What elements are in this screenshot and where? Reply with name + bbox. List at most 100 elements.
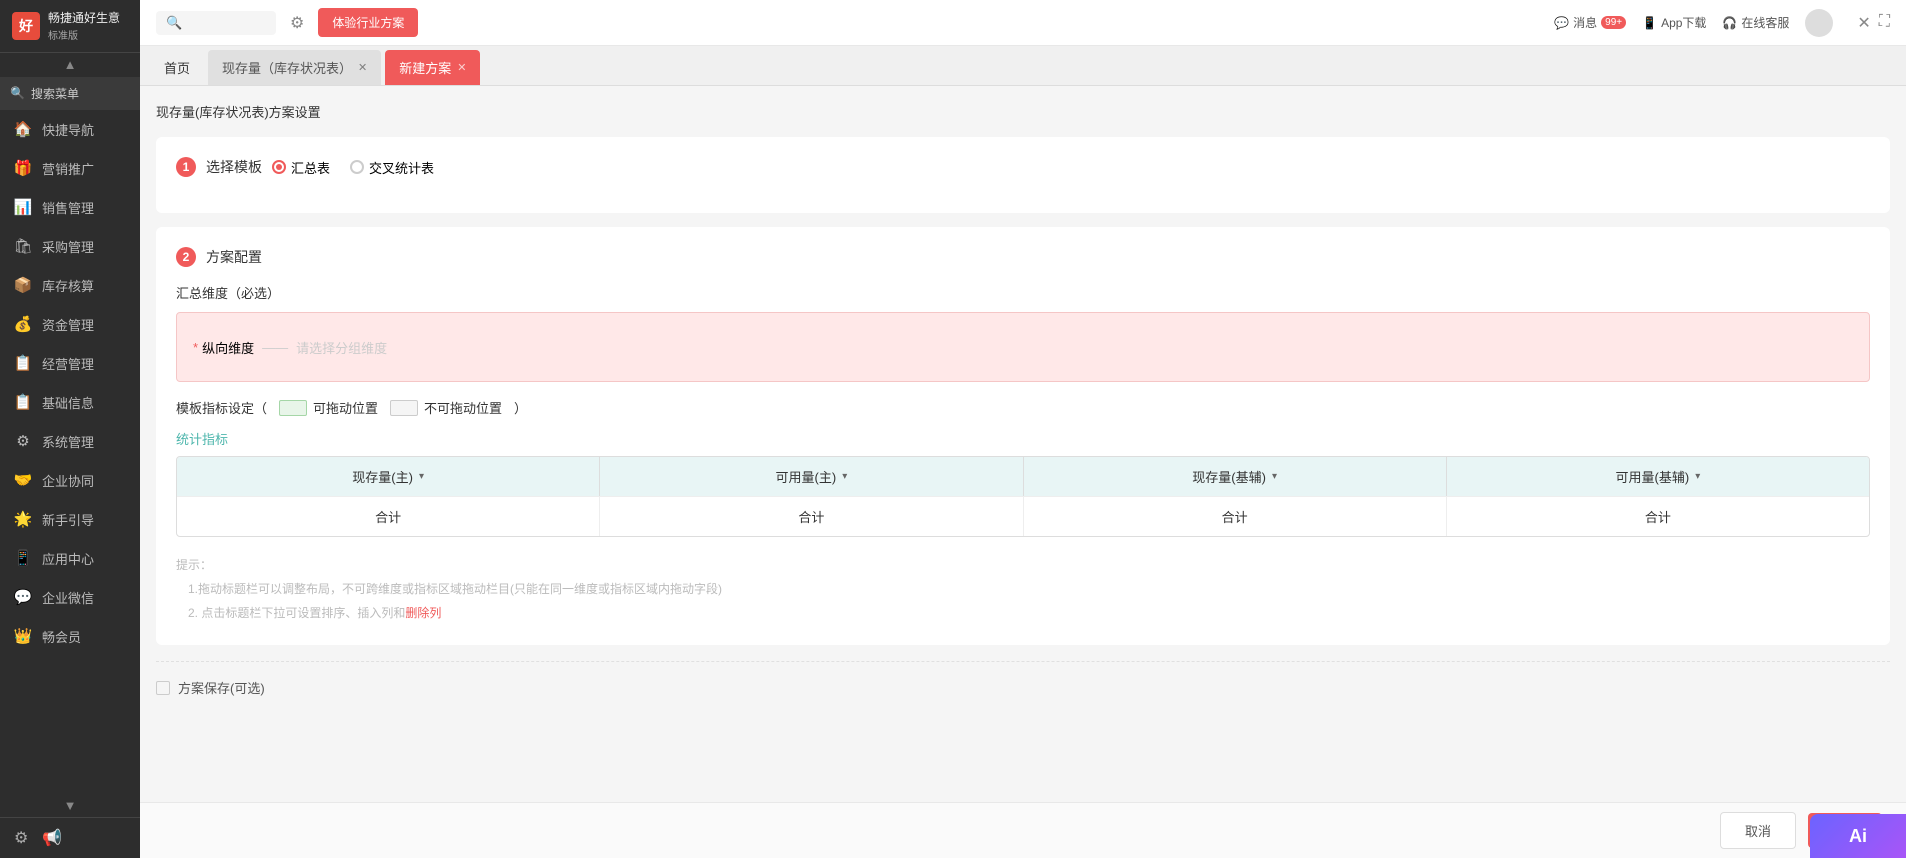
sidebar-item-label: 采购管理 <box>42 237 94 256</box>
box-icon: 📦 <box>14 276 32 294</box>
indicator-movable: 可拖动位置 <box>279 398 378 417</box>
sidebar-item-label: 销售管理 <box>42 198 94 217</box>
sidebar-item-business[interactable]: 📋 经营管理 <box>0 344 140 383</box>
message-badge: 99+ <box>1601 16 1626 29</box>
app-download-button[interactable]: 📱 App下载 <box>1642 14 1706 31</box>
step1-number: 1 <box>176 157 196 177</box>
settings-gear-icon[interactable]: ⚙ <box>286 9 308 37</box>
sidebar-item-label: 营销推广 <box>42 159 94 178</box>
sidebar-item-member[interactable]: 👑 畅会员 <box>0 617 140 656</box>
sidebar-item-system[interactable]: ⚙ 系统管理 <box>0 422 140 461</box>
dimension-box[interactable]: * 纵向维度 —— 请选择分组维度 <box>176 312 1870 382</box>
money-icon: 💰 <box>14 315 32 333</box>
app-download-label: App下载 <box>1661 14 1706 31</box>
sidebar-item-wechat[interactable]: 💬 企业微信 <box>0 578 140 617</box>
message-button[interactable]: 💬 消息 99+ <box>1554 14 1626 31</box>
sidebar-item-label: 资金管理 <box>42 315 94 334</box>
tab-home[interactable]: 首页 <box>150 50 204 85</box>
sidebar-item-cooperation[interactable]: 🤝 企业协同 <box>0 461 140 500</box>
bag-icon: 🛍 <box>14 237 32 255</box>
sidebar-item-basic-info[interactable]: 📋 基础信息 <box>0 383 140 422</box>
step2-header: 2 方案配置 <box>176 247 1870 267</box>
tab-new-scheme-label: 新建方案 <box>399 58 451 77</box>
sidebar-item-label: 企业协同 <box>42 471 94 490</box>
sidebar-item-quick-nav[interactable]: 🏠 快捷导航 <box>0 110 140 149</box>
chat-icon: 💬 <box>14 588 32 606</box>
save-checkbox-label: 方案保存(可选) <box>178 678 265 697</box>
sidebar-item-guide[interactable]: 🌟 新手引导 <box>0 500 140 539</box>
tab-new-scheme-close-icon[interactable]: ✕ <box>457 61 466 74</box>
message-label: 消息 <box>1573 14 1597 31</box>
required-mark: * <box>193 340 198 355</box>
trial-button[interactable]: 体验行业方案 <box>318 8 418 37</box>
indicator-immovable: 不可拖动位置 <box>390 398 502 417</box>
sidebar-item-label: 库存核算 <box>42 276 94 295</box>
step1-card: 1 选择模板 汇总表 交叉统计表 <box>156 137 1890 213</box>
col-stock-main-label: 现存量(主) <box>352 467 413 486</box>
save-checkbox[interactable] <box>156 681 170 695</box>
sidebar-menu: 🏠 快捷导航 🎁 营销推广 📊 销售管理 🛍 采购管理 📦 库存核算 💰 资金管… <box>0 110 140 793</box>
col-stock-aux[interactable]: 现存量(基辅) ▾ <box>1024 457 1447 496</box>
handshake-icon: 🤝 <box>14 471 32 489</box>
settings-icon[interactable]: ⚙ <box>14 828 28 848</box>
expand-icon[interactable]: ⛶ <box>1879 13 1890 33</box>
template-indicator-row: 模板指标设定（ 可拖动位置 不可拖动位置 ） <box>176 398 1870 417</box>
sidebar-item-app-center[interactable]: 📱 应用中心 <box>0 539 140 578</box>
info-icon: 📋 <box>14 393 32 411</box>
col-available-aux-label: 可用量(基辅) <box>1616 467 1690 486</box>
topbar-search-input[interactable] <box>188 16 268 30</box>
close-icon[interactable]: ✕ <box>1857 13 1870 33</box>
radio-summary[interactable]: 汇总表 <box>272 158 330 177</box>
sidebar-item-finance[interactable]: 💰 资金管理 <box>0 305 140 344</box>
tab-inventory-status[interactable]: 现存量（库存状况表） ✕ <box>208 50 381 85</box>
cancel-button[interactable]: 取消 <box>1720 812 1796 849</box>
col-available-main-label: 可用量(主) <box>776 467 837 486</box>
sidebar-item-inventory[interactable]: 📦 库存核算 <box>0 266 140 305</box>
content-area: 现存量(库存状况表)方案设置 1 选择模板 汇总表 交叉统计表 <box>140 86 1906 802</box>
step2-number: 2 <box>176 247 196 267</box>
chevron-down-icon: ▾ <box>1272 471 1277 482</box>
sidebar-item-sales[interactable]: 📊 销售管理 <box>0 188 140 227</box>
sidebar-scroll-down[interactable]: ▼ <box>0 793 140 817</box>
user-avatar[interactable] <box>1805 9 1833 37</box>
cell-available-main-sub: 合计 <box>600 497 1023 536</box>
main-area: 🔍 ⚙ 体验行业方案 💬 消息 99+ 📱 App下载 🎧 在线客服 ✕ ⛶ <box>140 0 1906 858</box>
col-available-aux[interactable]: 可用量(基辅) ▾ <box>1447 457 1869 496</box>
sidebar-logo: 好 畅捷通好生意 标准版 <box>0 0 140 53</box>
ai-label: Ai <box>1849 826 1867 847</box>
ai-badge[interactable]: Ai <box>1810 814 1906 858</box>
immovable-label: 不可拖动位置 <box>424 398 502 417</box>
page-title: 现存量(库存状况表)方案设置 <box>156 102 1890 121</box>
sidebar-item-label: 应用中心 <box>42 549 94 568</box>
radio-cross[interactable]: 交叉统计表 <box>350 158 434 177</box>
sidebar-item-label: 系统管理 <box>42 432 94 451</box>
tab-new-scheme[interactable]: 新建方案 ✕ <box>385 50 480 85</box>
sidebar-item-label: 快捷导航 <box>42 120 94 139</box>
clipboard-icon: 📋 <box>14 354 32 372</box>
tab-inventory-close-icon[interactable]: ✕ <box>358 61 367 74</box>
app-logo-icon: 好 <box>12 12 40 40</box>
app-name: 畅捷通好生意 <box>48 10 120 27</box>
sidebar-search[interactable]: 🔍 搜索菜单 <box>0 77 140 110</box>
col-stock-aux-label: 现存量(基辅) <box>1192 467 1266 486</box>
tips-section: 提示： 1.拖动标题栏可以调整布局，不可跨维度或指标区域拖动栏目(只能在同一维度… <box>176 553 1870 625</box>
stats-table: 现存量(主) ▾ 可用量(主) ▾ 现存量(基辅) ▾ 可用量(基辅) ▾ <box>176 456 1870 537</box>
headset-icon: 🎧 <box>1722 16 1737 30</box>
col-stock-main[interactable]: 现存量(主) ▾ <box>177 457 600 496</box>
chart-icon: 📊 <box>14 198 32 216</box>
speaker-icon[interactable]: 📢 <box>42 828 62 848</box>
tabbar: 首页 现存量（库存状况表） ✕ 新建方案 ✕ <box>140 46 1906 86</box>
sidebar-item-marketing[interactable]: 🎁 营销推广 <box>0 149 140 188</box>
customer-service-button[interactable]: 🎧 在线客服 <box>1722 14 1789 31</box>
template-indicator-prefix: 模板指标设定（ <box>176 398 267 417</box>
bottom-bar: 取消 查询 <box>140 802 1906 858</box>
topbar-search-box[interactable]: 🔍 <box>156 11 276 35</box>
divider <box>156 661 1890 662</box>
window-controls: ✕ ⛶ <box>1857 13 1890 33</box>
topbar: 🔍 ⚙ 体验行业方案 💬 消息 99+ 📱 App下载 🎧 在线客服 ✕ ⛶ <box>140 0 1906 46</box>
sidebar-search-label: 搜索菜单 <box>31 85 79 102</box>
sidebar-scroll-up[interactable]: ▲ <box>0 53 140 77</box>
sidebar-item-purchase[interactable]: 🛍 采购管理 <box>0 227 140 266</box>
chevron-down-icon: ▾ <box>842 471 847 482</box>
col-available-main[interactable]: 可用量(主) ▾ <box>600 457 1023 496</box>
